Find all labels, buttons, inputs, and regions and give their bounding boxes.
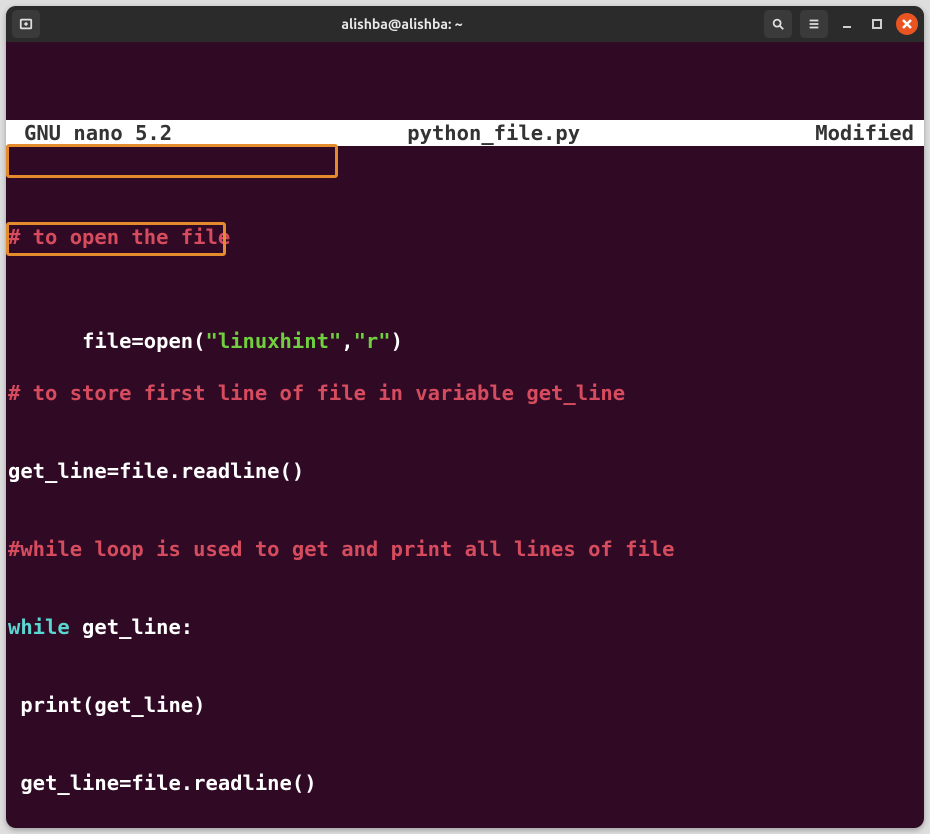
code-line: # to open the file [8,225,230,249]
close-button[interactable] [896,13,918,35]
new-tab-button[interactable] [12,10,40,38]
highlight-box [6,144,338,178]
nano-header: GNU nano 5.2 python_file.py Modified [6,120,924,146]
menu-button[interactable] [800,10,828,38]
code-line: file=open( [82,329,205,353]
code-line: ) [391,329,403,353]
code-line: #while loop is used to get and print all… [8,537,674,561]
code-string: "r" [354,329,391,353]
code-line: , [341,329,353,353]
nano-filename: python_file.py [172,120,815,146]
code-keyword: while [8,615,70,639]
code-line: get_line=file.readline() [8,459,304,483]
code-line: print(get_line) [8,693,205,717]
maximize-button[interactable] [866,13,888,35]
code-line: # to store first line of file in variabl… [8,381,625,405]
nano-status: Modified [815,120,924,146]
terminal-window: alishba@alishba: ~ GNU nano 5.2 python_f… [6,6,924,828]
window-titlebar: alishba@alishba: ~ [6,6,924,42]
code-line: get_line: [70,615,193,639]
search-button[interactable] [764,10,792,38]
nano-app-name: GNU nano 5.2 [6,120,172,146]
terminal-viewport[interactable]: GNU nano 5.2 python_file.py Modified # t… [6,42,924,828]
window-title: alishba@alishba: ~ [40,16,764,32]
nano-shortcuts: ^GHelp ^OWrite Out ^WWhere Is ^KCut ^TEx… [6,776,924,828]
minimize-button[interactable] [836,13,858,35]
code-string: "linuxhint" [205,329,341,353]
